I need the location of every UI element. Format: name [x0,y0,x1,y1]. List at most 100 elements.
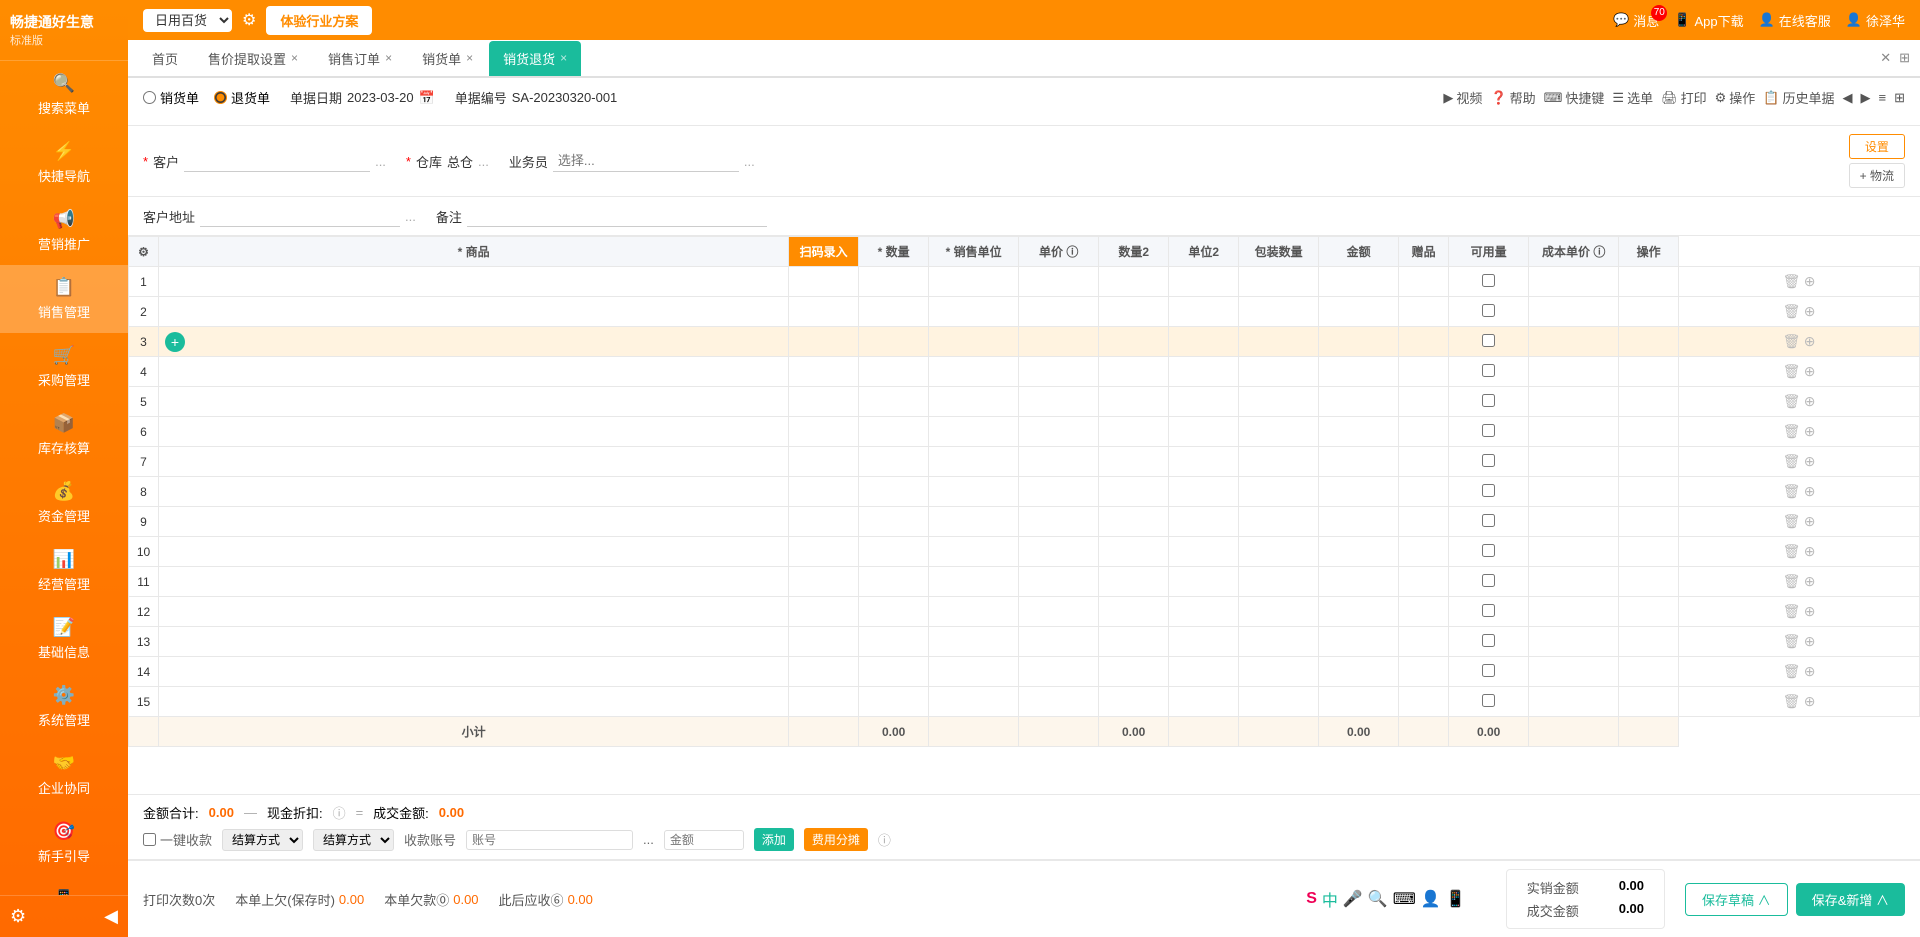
row-qty-3[interactable] [929,327,1019,357]
row-unit2-10[interactable] [1239,537,1319,567]
sidebar-item-marketing[interactable]: 📢 营销推广 [0,197,128,265]
settings-btn[interactable]: 设置 [1849,134,1905,159]
row-qty-4[interactable] [929,357,1019,387]
row-gift-14[interactable] [1449,657,1529,687]
row-scan-7[interactable] [859,447,929,477]
row-product-10[interactable] [789,537,859,567]
calc-method-select[interactable]: 结算方式 [313,829,394,851]
tab-price-extract[interactable]: 售价提取设置 × [194,41,312,76]
row-cost-price-7[interactable] [1619,447,1679,477]
row-product-13[interactable] [789,627,859,657]
row-price-10[interactable] [1099,537,1169,567]
row-amount-3[interactable] [1399,327,1449,357]
row-available-1[interactable] [1529,267,1619,297]
row-unit2-7[interactable] [1239,447,1319,477]
fee-split-btn[interactable]: 费用分摊 [804,828,868,851]
row-cost-price-11[interactable] [1619,567,1679,597]
row-qty2-14[interactable] [1169,657,1239,687]
row-qty2-10[interactable] [1169,537,1239,567]
gift-check-1[interactable] [1482,274,1495,287]
logistics-btn[interactable]: + 物流 [1849,163,1905,188]
row-gift-13[interactable] [1449,627,1529,657]
row-price-11[interactable] [1099,567,1169,597]
row-unit-3[interactable] [1019,327,1099,357]
settlement-select[interactable]: 结算方式 [222,829,303,851]
row-unit-5[interactable] [1019,387,1099,417]
row-amount-1[interactable] [1399,267,1449,297]
row-qty2-15[interactable] [1169,687,1239,717]
row-pack-qty-10[interactable] [1319,537,1399,567]
row-amount-8[interactable] [1399,477,1449,507]
delete-btn-11[interactable]: 🗑 [1783,573,1801,589]
app-download-btn[interactable]: 📱 App下载 [1674,11,1743,30]
row-product-1[interactable] [789,267,859,297]
delete-btn-3[interactable]: 🗑 [1783,333,1801,349]
row-amount-10[interactable] [1399,537,1449,567]
row-amount-7[interactable] [1399,447,1449,477]
row-scan-6[interactable] [859,417,929,447]
amount-input[interactable] [664,830,744,850]
row-gear-15[interactable] [159,687,789,717]
calendar-icon[interactable]: 📅 [419,90,435,106]
nav-next-icon[interactable]: ▶ [1861,90,1871,106]
row-qty-15[interactable] [929,687,1019,717]
row-scan-1[interactable] [859,267,929,297]
row-price-9[interactable] [1099,507,1169,537]
row-available-15[interactable] [1529,687,1619,717]
row-cost-price-10[interactable] [1619,537,1679,567]
row-unit-9[interactable] [1019,507,1099,537]
sidebar-item-inventory[interactable]: 📦 库存核算 [0,401,128,469]
row-gear-13[interactable] [159,627,789,657]
copy-btn-3[interactable]: ⊕ [1804,333,1816,349]
row-price-7[interactable] [1099,447,1169,477]
radio-return-bill[interactable]: 退货单 [214,88,270,107]
sidebar-item-quicknav[interactable]: ⚡ 快捷导航 [0,129,128,197]
row-price-1[interactable] [1099,267,1169,297]
sidebar-item-purchase[interactable]: 🛒 采购管理 [0,333,128,401]
gift-check-8[interactable] [1482,484,1495,497]
row-product-3[interactable] [789,327,859,357]
row-cost-price-4[interactable] [1619,357,1679,387]
row-pack-qty-8[interactable] [1319,477,1399,507]
row-qty2-11[interactable] [1169,567,1239,597]
tab-sales-order[interactable]: 销售订单 × [314,41,406,76]
row-unit-8[interactable] [1019,477,1099,507]
copy-btn-12[interactable]: ⊕ [1804,603,1816,619]
gift-check-4[interactable] [1482,364,1495,377]
row-pack-qty-9[interactable] [1319,507,1399,537]
add-payment-btn[interactable]: 添加 [754,828,794,851]
row-unit2-5[interactable] [1239,387,1319,417]
row-unit2-11[interactable] [1239,567,1319,597]
row-qty2-3[interactable] [1169,327,1239,357]
row-unit2-14[interactable] [1239,657,1319,687]
row-price-8[interactable] [1099,477,1169,507]
copy-btn-9[interactable]: ⊕ [1804,513,1816,529]
row-qty2-9[interactable] [1169,507,1239,537]
tool-print[interactable]: 🖨 打印 [1661,88,1707,107]
delete-btn-4[interactable]: 🗑 [1783,363,1801,379]
row-product-7[interactable] [789,447,859,477]
row-gift-8[interactable] [1449,477,1529,507]
delete-btn-14[interactable]: 🗑 [1783,663,1801,679]
row-price-14[interactable] [1099,657,1169,687]
row-available-2[interactable] [1529,297,1619,327]
row-cost-price-9[interactable] [1619,507,1679,537]
row-price-12[interactable] [1099,597,1169,627]
row-amount-2[interactable] [1399,297,1449,327]
row-gift-2[interactable] [1449,297,1529,327]
row-available-13[interactable] [1529,627,1619,657]
row-price-4[interactable] [1099,357,1169,387]
row-pack-qty-11[interactable] [1319,567,1399,597]
row-qty2-5[interactable] [1169,387,1239,417]
message-btn[interactable]: 💬 消息 70 [1613,11,1659,30]
customer-input[interactable] [184,150,370,172]
row-price-13[interactable] [1099,627,1169,657]
staff-input[interactable] [553,150,739,172]
row-cost-price-6[interactable] [1619,417,1679,447]
row-unit2-2[interactable] [1239,297,1319,327]
row-unit-7[interactable] [1019,447,1099,477]
row-gear-7[interactable] [159,447,789,477]
sidebar-item-basicinfo[interactable]: 📝 基础信息 [0,605,128,673]
row-product-9[interactable] [789,507,859,537]
save-draft-btn[interactable]: 保存草稿 ∧ [1685,883,1788,916]
